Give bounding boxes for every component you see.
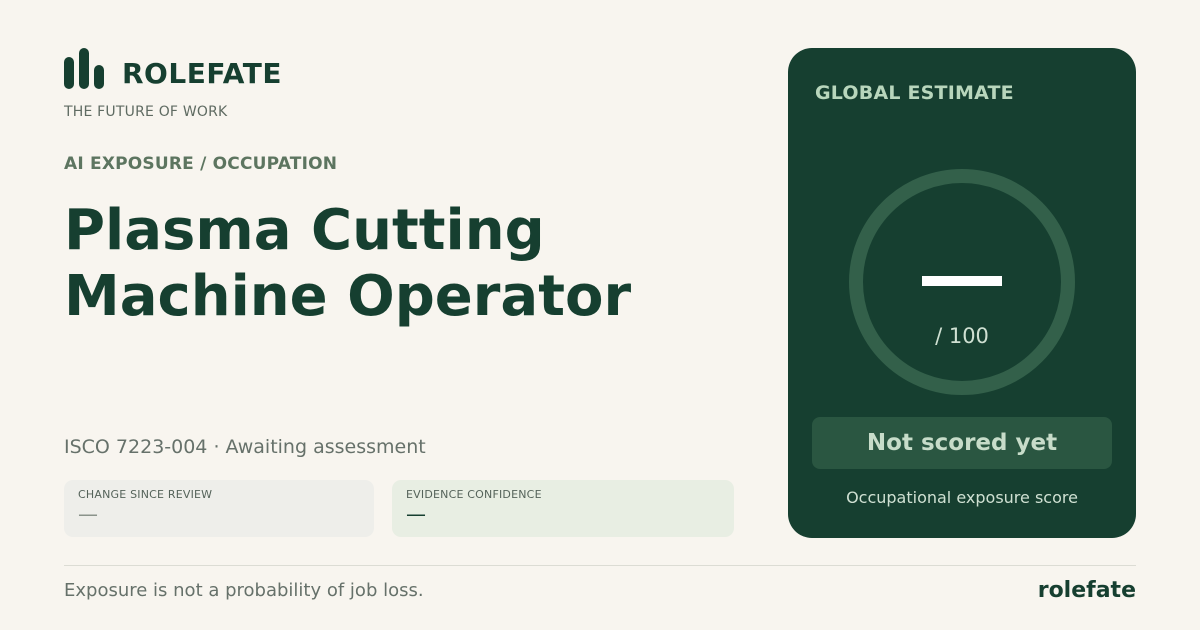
bar-chart-logo-icon [64,48,104,89]
brand-name: ROLEFATE [122,57,282,90]
score-card: GLOBAL ESTIMATE / 100 Not scored yet Occ… [788,48,1136,538]
occupation-title-line-2: Machine Operator [64,264,632,329]
score-placeholder-dash [922,276,1002,286]
occupation-title-line-1: Plasma Cutting [64,198,545,263]
footer-disclaimer: Exposure is not a probability of job los… [64,580,424,601]
footer-brand: rolefate [1037,578,1136,603]
occupation-meta: ISCO 7223-004 · Awaiting assessment [64,436,426,458]
stat-label: EVIDENCE CONFIDENCE [406,488,542,501]
stat-change-since-review: CHANGE SINCE REVIEW — [64,480,374,537]
share-card: ROLEFATE THE FUTURE OF WORK AI EXPOSURE … [0,0,1200,630]
footer-divider [64,565,1136,566]
occupation-title: Plasma Cutting Machine Operator [64,198,704,330]
section-label: AI EXPOSURE / OCCUPATION [64,154,338,174]
stat-label: CHANGE SINCE REVIEW [78,488,213,501]
brand: ROLEFATE [64,48,282,89]
stat-value: — [406,502,426,526]
stat-value: — [78,502,98,526]
score-status-badge: Not scored yet [812,417,1112,469]
stat-evidence-confidence: EVIDENCE CONFIDENCE — [392,480,734,537]
score-max: / 100 [935,324,989,348]
score-caption: Occupational exposure score [846,488,1078,507]
score-card-label: GLOBAL ESTIMATE [815,82,1014,104]
brand-tagline: THE FUTURE OF WORK [64,104,228,120]
